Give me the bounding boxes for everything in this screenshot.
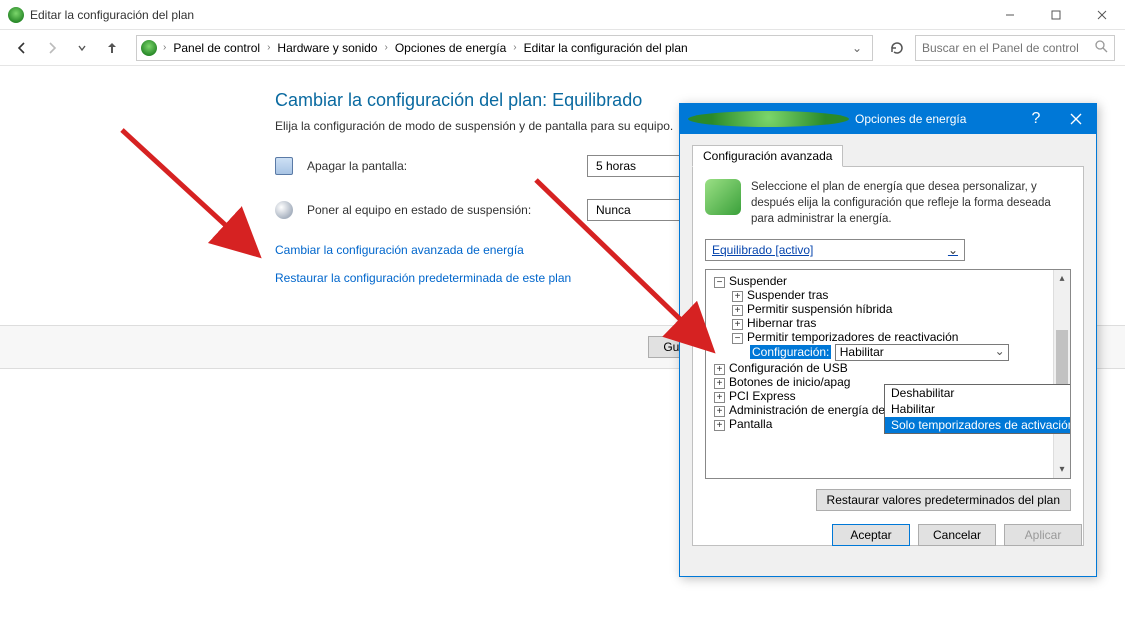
breadcrumb-hardware[interactable]: Hardware y sonido: [274, 39, 380, 57]
expand-icon[interactable]: +: [732, 291, 743, 302]
search-input[interactable]: [922, 41, 1094, 55]
back-button[interactable]: [10, 36, 34, 60]
dialog-button-row: Aceptar Cancelar Aplicar: [832, 524, 1082, 546]
scroll-up-icon[interactable]: ▴: [1054, 270, 1070, 287]
config-label: Configuración:: [750, 345, 831, 359]
chevron-right-icon: ›: [267, 42, 270, 53]
tree-config-row[interactable]: Configuración: Habilitar: [708, 344, 1068, 361]
window-title: Editar la configuración del plan: [30, 8, 987, 22]
dialog-body: Configuración avanzada Seleccione el pla…: [680, 134, 1096, 558]
dialog-title: Opciones de energía: [855, 112, 1016, 126]
collapse-icon[interactable]: −: [714, 277, 725, 288]
dialog-close-button[interactable]: [1056, 104, 1096, 134]
apply-button[interactable]: Aplicar: [1004, 524, 1082, 546]
dialog-titlebar[interactable]: Opciones de energía ?: [680, 104, 1096, 134]
expand-icon[interactable]: +: [714, 378, 725, 389]
tab-advanced[interactable]: Configuración avanzada: [692, 145, 843, 167]
expand-icon[interactable]: +: [714, 420, 725, 431]
plan-select-value: Equilibrado [activo]: [712, 243, 813, 257]
expand-icon[interactable]: +: [732, 305, 743, 316]
minimize-button[interactable]: [987, 0, 1033, 30]
battery-icon: [705, 179, 741, 215]
option-enable[interactable]: Habilitar: [885, 401, 1071, 417]
display-off-label: Apagar la pantalla:: [307, 159, 577, 173]
forward-button[interactable]: [40, 36, 64, 60]
window-titlebar: Editar la configuración del plan: [0, 0, 1125, 30]
search-box[interactable]: [915, 35, 1115, 61]
chevron-right-icon: ›: [163, 42, 166, 53]
navbar: › Panel de control › Hardware y sonido ›…: [0, 30, 1125, 66]
restore-defaults-button[interactable]: Restaurar valores predeterminados del pl…: [816, 489, 1071, 511]
maximize-button[interactable]: [1033, 0, 1079, 30]
expand-icon[interactable]: +: [714, 406, 725, 417]
dialog-description: Seleccione el plan de energía que desea …: [751, 179, 1071, 227]
recent-dropdown[interactable]: [70, 36, 94, 60]
tree-usb[interactable]: +Configuración de USB: [708, 361, 1068, 375]
monitor-icon: [275, 157, 293, 175]
chevron-right-icon: ›: [384, 42, 387, 53]
tab-panel: Seleccione el plan de energía que desea …: [692, 166, 1084, 546]
chevron-down-icon: ⌄: [948, 243, 958, 257]
search-icon[interactable]: [1094, 39, 1108, 56]
app-icon: [8, 7, 24, 23]
expand-icon[interactable]: +: [714, 392, 725, 403]
expand-icon[interactable]: +: [732, 319, 743, 330]
power-options-dialog: Opciones de energía ? Configuración avan…: [679, 103, 1097, 577]
refresh-button[interactable]: [885, 36, 909, 60]
sleep-label: Poner al equipo en estado de suspensión:: [307, 203, 577, 217]
collapse-icon[interactable]: −: [732, 333, 743, 344]
scroll-thumb[interactable]: [1056, 330, 1068, 390]
breadcrumb-dropdown-icon[interactable]: ⌄: [846, 41, 868, 55]
tree-suspender[interactable]: −Suspender: [708, 274, 1068, 288]
chevron-right-icon: ›: [513, 42, 516, 53]
config-value-dropdown[interactable]: Habilitar: [835, 344, 1009, 361]
close-button[interactable]: [1079, 0, 1125, 30]
help-button[interactable]: ?: [1016, 104, 1056, 134]
option-important-only[interactable]: Solo temporizadores de activación import…: [885, 417, 1071, 433]
breadcrumb-icon: [141, 40, 157, 56]
tree-hibernar[interactable]: +Hibernar tras: [708, 316, 1068, 330]
tree-hibrida[interactable]: +Permitir suspensión híbrida: [708, 302, 1068, 316]
breadcrumb[interactable]: › Panel de control › Hardware y sonido ›…: [136, 35, 873, 61]
breadcrumb-control-panel[interactable]: Panel de control: [170, 39, 263, 57]
tree-scrollbar[interactable]: ▴ ▾: [1053, 270, 1070, 478]
breadcrumb-edit-plan[interactable]: Editar la configuración del plan: [521, 39, 691, 57]
option-disable[interactable]: Deshabilitar: [885, 385, 1071, 401]
ok-button[interactable]: Aceptar: [832, 524, 910, 546]
scroll-down-icon[interactable]: ▾: [1054, 461, 1070, 478]
up-button[interactable]: [100, 36, 124, 60]
dialog-icon: [688, 111, 849, 127]
expand-icon[interactable]: +: [714, 364, 725, 375]
tree-temporizadores[interactable]: −Permitir temporizadores de reactivación: [708, 330, 1068, 344]
config-dropdown-list[interactable]: Deshabilitar Habilitar Solo temporizador…: [884, 384, 1071, 434]
breadcrumb-power[interactable]: Opciones de energía: [392, 39, 509, 57]
settings-tree: −Suspender +Suspender tras +Permitir sus…: [705, 269, 1071, 479]
moon-icon: [275, 201, 293, 219]
cancel-button[interactable]: Cancelar: [918, 524, 996, 546]
plan-select[interactable]: Equilibrado [activo] ⌄: [705, 239, 965, 261]
tree-suspender-tras[interactable]: +Suspender tras: [708, 288, 1068, 302]
